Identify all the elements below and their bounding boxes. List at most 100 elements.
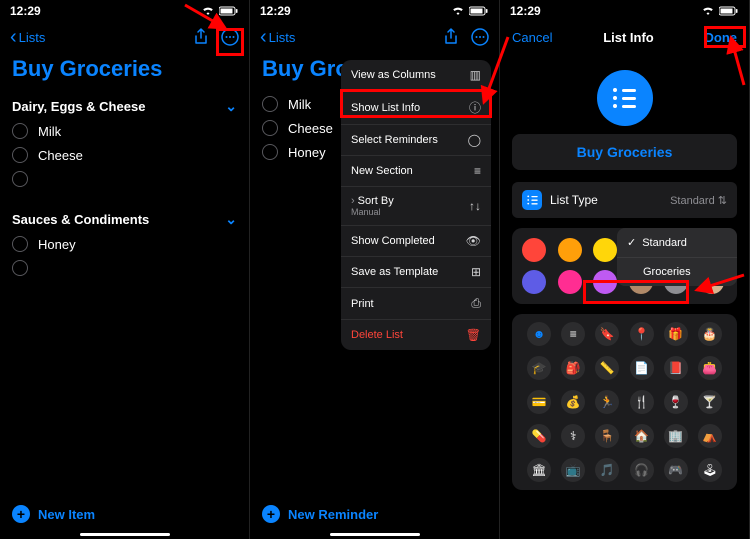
icon-tv[interactable]: 📺 bbox=[561, 458, 585, 482]
color-swatch-purple[interactable] bbox=[593, 270, 617, 294]
chevron-down-icon: ⌄ bbox=[225, 211, 237, 228]
more-icon[interactable] bbox=[471, 28, 489, 46]
menu-show-completed[interactable]: Show Completed👁 bbox=[341, 226, 491, 257]
plus-icon: + bbox=[262, 505, 280, 523]
color-swatch-yellow[interactable] bbox=[593, 238, 617, 262]
icon-wine[interactable]: 🍷 bbox=[664, 390, 688, 414]
list-type-value: Standard ⇅ bbox=[670, 194, 727, 207]
list-type-row[interactable]: List Type Standard ⇅ bbox=[512, 182, 737, 218]
icon-doc[interactable]: 📄 bbox=[630, 356, 654, 380]
back-button[interactable]: Lists bbox=[260, 30, 295, 45]
status-right bbox=[201, 6, 239, 16]
section-icon: ≡ bbox=[474, 164, 481, 178]
check-icon: ◯ bbox=[468, 133, 481, 147]
radio-icon[interactable] bbox=[262, 120, 278, 136]
icon-building2[interactable]: 🏛 bbox=[527, 458, 551, 482]
radio-icon[interactable] bbox=[12, 147, 28, 163]
icon-money[interactable]: 💰 bbox=[561, 390, 585, 414]
icon-headphone[interactable]: 🎧 bbox=[630, 458, 654, 482]
menu-select-reminders[interactable]: Select Reminders◯ bbox=[341, 125, 491, 156]
color-swatch-orange[interactable] bbox=[558, 238, 582, 262]
icon-gift[interactable]: 🎁 bbox=[664, 322, 688, 346]
icon-pin[interactable]: 📍 bbox=[630, 322, 654, 346]
radio-icon[interactable] bbox=[12, 260, 28, 276]
home-indicator bbox=[330, 533, 420, 536]
icon-run[interactable]: 🏃 bbox=[595, 390, 619, 414]
reminder-item-empty[interactable] bbox=[0, 256, 249, 280]
icon-smiley[interactable]: ☻ bbox=[527, 322, 551, 346]
icon-fork[interactable]: 🍴 bbox=[630, 390, 654, 414]
icon-ruler[interactable]: 📏 bbox=[595, 356, 619, 380]
share-icon[interactable] bbox=[193, 28, 209, 46]
color-swatch-red[interactable] bbox=[522, 238, 546, 262]
status-time: 12:29 bbox=[510, 4, 541, 18]
check-icon: ✓ bbox=[627, 236, 636, 249]
color-picker: ✓Standard Groceries bbox=[512, 228, 737, 304]
icon-cake[interactable]: 🎂 bbox=[698, 322, 722, 346]
eye-icon: 👁 bbox=[466, 234, 481, 248]
section-header[interactable]: Dairy, Eggs & Cheese ⌄ bbox=[0, 92, 249, 119]
share-icon[interactable] bbox=[443, 28, 459, 46]
icon-wallet[interactable]: 👛 bbox=[698, 356, 722, 380]
template-icon: ⊞ bbox=[471, 265, 481, 279]
section-header[interactable]: Sauces & Condiments ⌄ bbox=[0, 205, 249, 232]
new-item-button[interactable]: + New Item bbox=[12, 505, 95, 523]
menu-view-columns[interactable]: View as Columns▥ bbox=[341, 60, 491, 91]
done-button[interactable]: Done bbox=[704, 30, 737, 45]
icon-pill[interactable]: 💊 bbox=[527, 424, 551, 448]
list-name-field[interactable]: Buy Groceries bbox=[512, 134, 737, 170]
plus-icon: + bbox=[12, 505, 30, 523]
reminder-item-empty[interactable] bbox=[0, 167, 249, 191]
popup-groceries[interactable]: Groceries bbox=[617, 258, 737, 286]
menu-new-section[interactable]: New Section≡ bbox=[341, 156, 491, 187]
chevron-right-icon: › bbox=[351, 195, 355, 207]
columns-icon: ▥ bbox=[470, 68, 481, 82]
reminder-item[interactable]: Cheese bbox=[0, 143, 249, 167]
icon-house[interactable]: 🏠 bbox=[630, 424, 654, 448]
icon-glass[interactable]: 🍸 bbox=[698, 390, 722, 414]
icon-backpack[interactable]: 🎒 bbox=[561, 356, 585, 380]
menu-delete-list[interactable]: Delete List🗑 bbox=[341, 320, 491, 350]
icon-bookmark[interactable]: 🔖 bbox=[595, 322, 619, 346]
icon-tent[interactable]: ⛺ bbox=[698, 424, 722, 448]
menu-sort-by[interactable]: ›Sort ByManual↑↓ bbox=[341, 187, 491, 226]
cancel-button[interactable]: Cancel bbox=[512, 30, 552, 45]
reminder-item[interactable]: Honey bbox=[0, 232, 249, 256]
status-bar: 12:29 bbox=[500, 0, 749, 22]
popup-standard[interactable]: ✓Standard bbox=[617, 228, 737, 258]
screenshot-pane-2: 12:29 Lists Buy Gro Milk Cheese Honey Vi… bbox=[250, 0, 500, 539]
icon-graduation[interactable]: 🎓 bbox=[527, 356, 551, 380]
icon-list[interactable]: ≡ bbox=[561, 322, 585, 346]
menu-save-template[interactable]: Save as Template⊞ bbox=[341, 257, 491, 288]
status-bar: 12:29 bbox=[250, 0, 499, 22]
more-icon[interactable] bbox=[221, 28, 239, 46]
battery-icon bbox=[469, 6, 489, 16]
reminder-item[interactable]: Milk bbox=[0, 119, 249, 143]
icon-building[interactable]: 🏢 bbox=[664, 424, 688, 448]
nav-bar: Lists bbox=[0, 22, 249, 52]
radio-icon[interactable] bbox=[12, 171, 28, 187]
back-button[interactable]: Lists bbox=[10, 30, 45, 45]
color-swatch-pink[interactable] bbox=[558, 270, 582, 294]
radio-icon[interactable] bbox=[12, 123, 28, 139]
icon-card[interactable]: 💳 bbox=[527, 390, 551, 414]
chevron-down-icon: ⌄ bbox=[225, 98, 237, 115]
radio-icon[interactable] bbox=[262, 96, 278, 112]
icon-controller[interactable]: 🕹 bbox=[698, 458, 722, 482]
color-swatch-indigo[interactable] bbox=[522, 270, 546, 294]
radio-icon[interactable] bbox=[262, 144, 278, 160]
wifi-icon bbox=[451, 6, 465, 16]
status-right bbox=[451, 6, 489, 16]
icon-book[interactable]: 📕 bbox=[664, 356, 688, 380]
icon-game[interactable]: 🎮 bbox=[664, 458, 688, 482]
new-reminder-button[interactable]: + New Reminder bbox=[262, 505, 378, 523]
radio-icon[interactable] bbox=[12, 236, 28, 252]
battery-icon bbox=[219, 6, 239, 16]
icon-med[interactable]: ⚕ bbox=[561, 424, 585, 448]
menu-print[interactable]: Print⎙ bbox=[341, 288, 491, 320]
icon-music[interactable]: 🎵 bbox=[595, 458, 619, 482]
wifi-icon bbox=[201, 6, 215, 16]
menu-show-list-info[interactable]: Show List Infoⓘ bbox=[341, 91, 491, 125]
status-time: 12:29 bbox=[10, 4, 41, 18]
icon-chair[interactable]: 🪑 bbox=[595, 424, 619, 448]
